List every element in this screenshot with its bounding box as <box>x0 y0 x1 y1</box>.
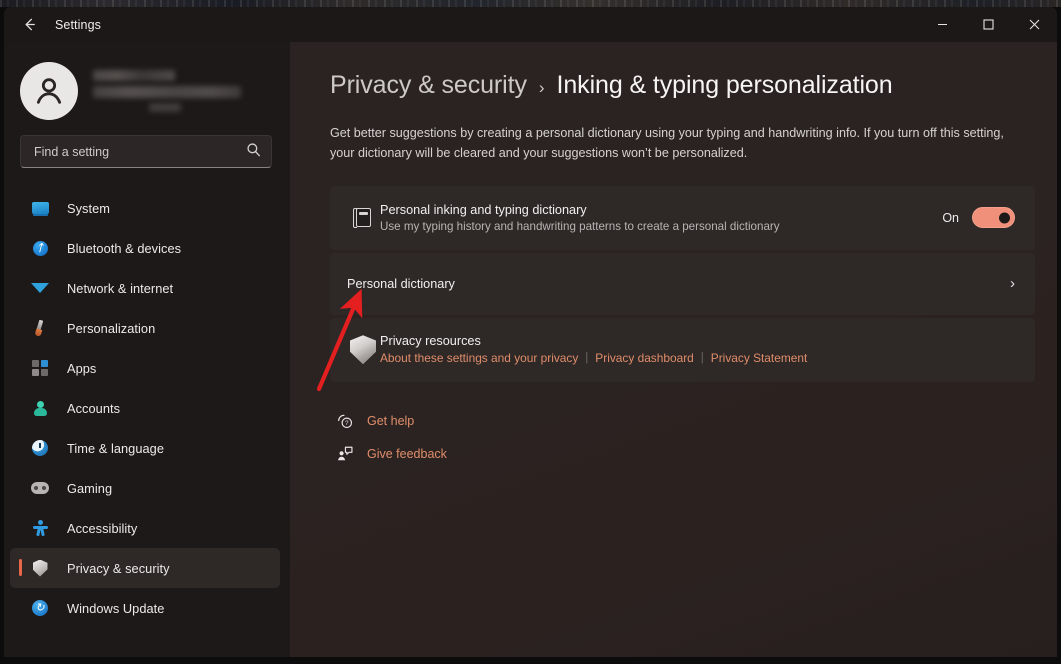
sidebar-item-label: Privacy & security <box>67 560 170 576</box>
window-controls <box>919 7 1057 42</box>
search-box[interactable] <box>20 135 272 168</box>
sidebar-item-label: Network & internet <box>67 280 174 296</box>
help-question-icon: ? <box>330 412 360 430</box>
breadcrumb-separator-icon: › <box>538 78 545 97</box>
sidebar-item-label: Accounts <box>67 400 121 416</box>
profile-email-redacted <box>93 86 241 98</box>
give-feedback-link[interactable]: Give feedback <box>367 447 447 461</box>
maximize-button[interactable] <box>965 7 1011 42</box>
sidebar-item-privacy-security[interactable]: Privacy & security <box>10 548 280 588</box>
sidebar-item-label: Accessibility <box>67 520 138 536</box>
system-monitor-icon <box>30 198 50 218</box>
avatar <box>20 62 78 120</box>
toggle-state-label: On <box>942 210 959 225</box>
accessibility-icon <box>30 518 50 538</box>
desktop-background-strip <box>0 0 1061 7</box>
sidebar-item-bluetooth-devices[interactable]: ᛏ Bluetooth & devices <box>10 228 280 268</box>
back-arrow-icon <box>25 18 35 31</box>
dictionary-book-icon <box>346 207 380 228</box>
profile-text-redacted <box>93 70 241 112</box>
sidebar-item-accounts[interactable]: Accounts <box>10 388 280 428</box>
apps-grid-icon <box>30 358 50 378</box>
card-text: Privacy resources About these settings a… <box>380 334 1015 365</box>
svg-text:?: ? <box>345 420 349 427</box>
user-profile[interactable] <box>4 47 290 123</box>
sidebar-item-time-language[interactable]: Time & language <box>10 428 280 468</box>
shield-icon <box>30 558 50 578</box>
link-about-settings-privacy[interactable]: About these settings and your privacy <box>380 351 578 365</box>
user-avatar-icon <box>36 78 62 104</box>
get-help-row[interactable]: ? Get help <box>330 405 1057 438</box>
card-title: Privacy resources <box>380 334 481 349</box>
sidebar-item-personalization[interactable]: Personalization <box>10 308 280 348</box>
link-separator: | <box>585 352 589 365</box>
card-text: Personal dictionary <box>346 277 1010 291</box>
link-privacy-statement[interactable]: Privacy Statement <box>711 351 807 365</box>
link-separator: | <box>700 352 704 365</box>
search-input[interactable] <box>34 144 246 159</box>
feedback-person-icon <box>330 445 360 463</box>
give-feedback-row[interactable]: Give feedback <box>330 438 1057 471</box>
link-privacy-dashboard[interactable]: Privacy dashboard <box>595 351 693 365</box>
settings-cards: Personal inking and typing dictionary Us… <box>330 185 1035 382</box>
wifi-icon <box>30 278 50 298</box>
personal-dictionary-link-card[interactable]: Personal dictionary › <box>330 252 1035 315</box>
sidebar-item-label: Personalization <box>67 320 156 336</box>
sidebar: System ᛏ Bluetooth & devices Network & i… <box>4 42 290 657</box>
page-description: Get better suggestions by creating a per… <box>330 126 1004 161</box>
chevron-right-icon: › <box>1010 275 1015 293</box>
sidebar-item-apps[interactable]: Apps <box>10 348 280 388</box>
get-help-link[interactable]: Get help <box>367 414 414 428</box>
privacy-links-row: About these settings and your privacy | … <box>380 351 1015 365</box>
sidebar-item-accessibility[interactable]: Accessibility <box>10 508 280 548</box>
close-button[interactable] <box>1011 7 1057 42</box>
sidebar-item-network-internet[interactable]: Network & internet <box>10 268 280 308</box>
close-icon <box>1029 19 1039 30</box>
paintbrush-icon <box>30 318 50 338</box>
card-text: Personal inking and typing dictionary Us… <box>380 203 942 233</box>
breadcrumb: Privacy & security › Inking & typing per… <box>290 42 1057 100</box>
update-refresh-icon: ↻ <box>30 598 50 618</box>
maximize-icon <box>982 19 994 30</box>
shield-icon <box>346 335 380 365</box>
settings-window-root: Settings Find a setting System ᛏ Bluetoo… <box>0 0 1061 664</box>
sidebar-item-system[interactable]: System <box>10 188 280 228</box>
sidebar-nav: System ᛏ Bluetooth & devices Network & i… <box>4 188 290 628</box>
account-person-icon <box>30 398 50 418</box>
window-body: System ᛏ Bluetooth & devices Network & i… <box>4 42 1057 657</box>
sidebar-item-label: System <box>67 200 110 216</box>
sidebar-item-label: Bluetooth & devices <box>67 240 182 256</box>
toggle-area: On <box>942 207 1015 229</box>
settings-window: Settings Find a setting System ᛏ Bluetoo… <box>4 7 1057 657</box>
back-button[interactable] <box>11 10 47 40</box>
card-subtitle: Use my typing history and handwriting pa… <box>380 219 780 233</box>
profile-name-redacted <box>93 70 175 81</box>
sidebar-item-windows-update[interactable]: ↻ Windows Update <box>10 588 280 628</box>
helper-links: ? Get help Give feedback <box>330 405 1057 471</box>
minimize-button[interactable] <box>919 7 965 42</box>
app-title: Settings <box>55 17 101 32</box>
sidebar-item-label: Time & language <box>67 440 165 456</box>
minimize-icon <box>937 23 947 26</box>
main-content: Privacy & security › Inking & typing per… <box>290 42 1057 657</box>
breadcrumb-parent-link[interactable]: Privacy & security <box>330 71 527 100</box>
title-bar: Settings <box>4 7 1057 42</box>
personal-dictionary-toggle-card[interactable]: Personal inking and typing dictionary Us… <box>330 185 1035 250</box>
page-title: Inking & typing personalization <box>556 71 893 99</box>
search-container <box>4 123 290 168</box>
bluetooth-icon: ᛏ <box>30 238 50 258</box>
sidebar-item-label: Windows Update <box>67 600 165 616</box>
sidebar-item-gaming[interactable]: Gaming <box>10 468 280 508</box>
clock-icon <box>30 438 50 458</box>
card-title: Personal inking and typing dictionary <box>380 202 587 217</box>
privacy-resources-card: Privacy resources About these settings a… <box>330 317 1035 382</box>
gamepad-icon <box>30 478 50 498</box>
search-icon[interactable] <box>246 142 261 162</box>
card-title: Personal dictionary <box>347 276 455 291</box>
dictionary-toggle-switch[interactable] <box>972 207 1015 229</box>
sidebar-item-label: Gaming <box>67 480 113 496</box>
profile-extra-redacted <box>149 103 181 112</box>
sidebar-item-label: Apps <box>67 360 97 376</box>
